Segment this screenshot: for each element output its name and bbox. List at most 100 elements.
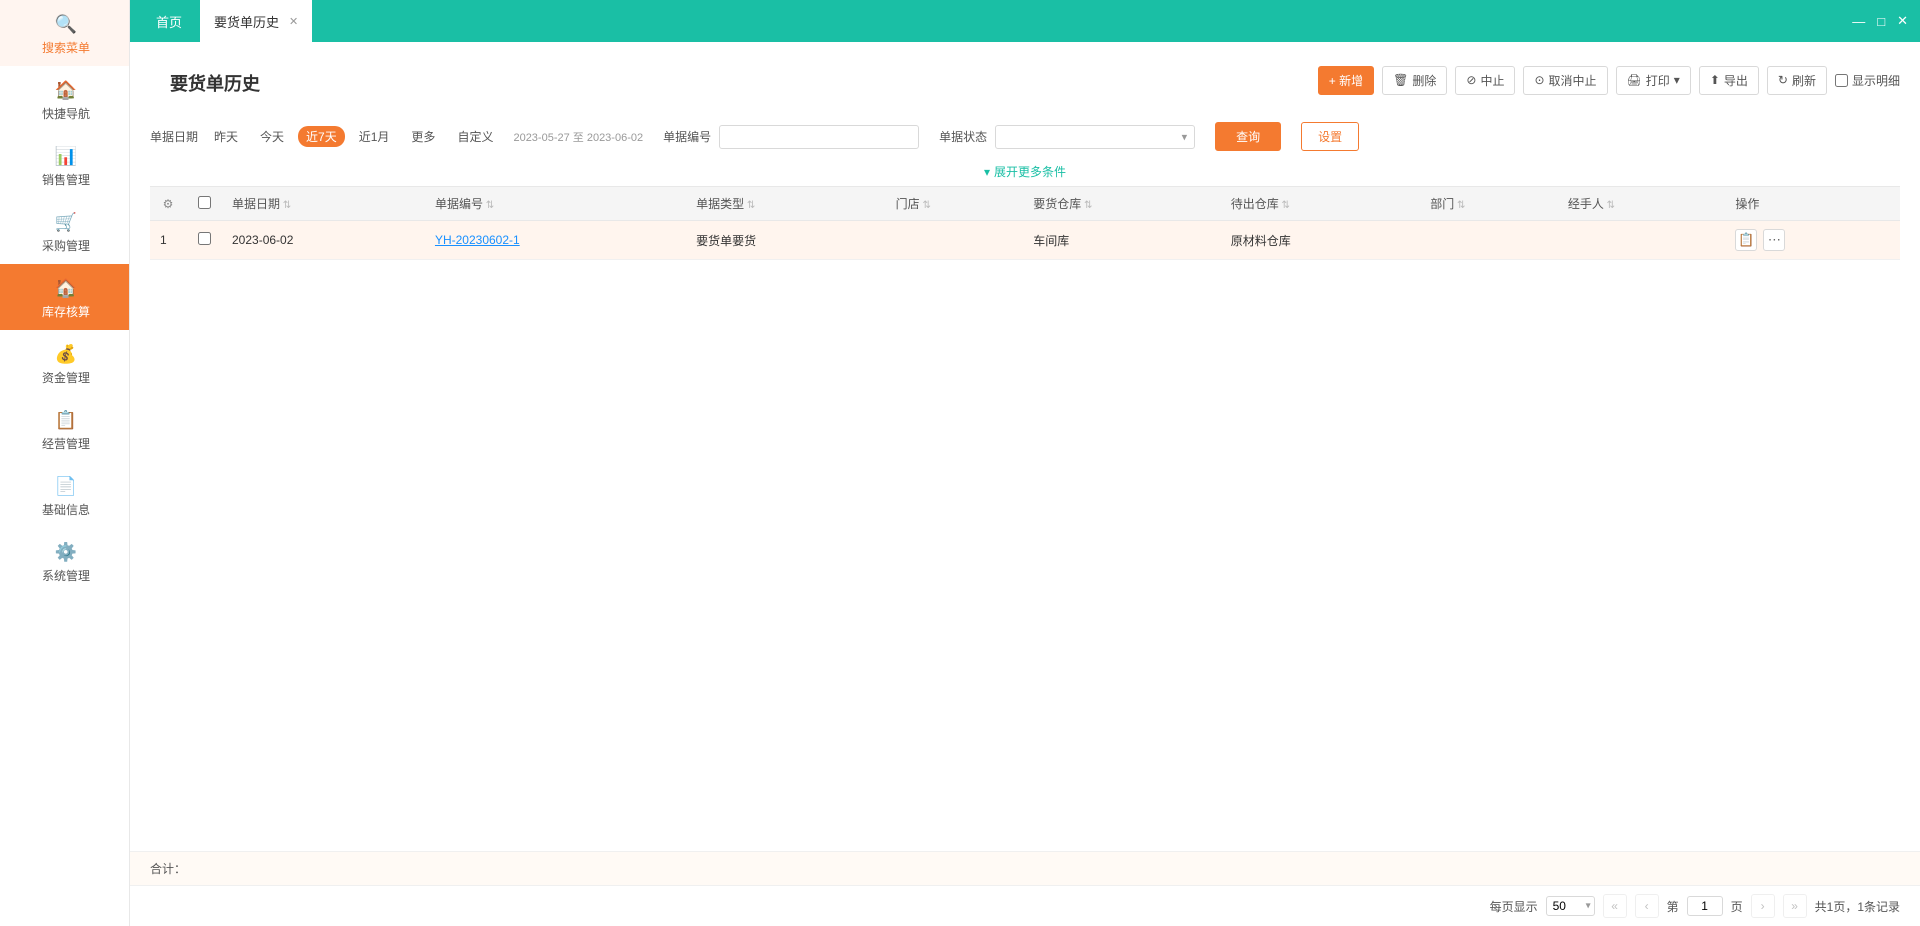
page-title: 要货单历史 — [150, 54, 280, 106]
col-docno[interactable]: 单据编号 — [425, 187, 686, 221]
topbar-window-controls: — □ ✕ — [1852, 13, 1908, 29]
refresh-button[interactable]: ↻ 刷新 — [1767, 66, 1827, 95]
sidebar-item-basic[interactable]: 📄 基础信息 — [0, 462, 129, 528]
system-icon: ⚙️ — [55, 542, 77, 563]
stop-icon: ⊘ — [1466, 73, 1476, 87]
print-button[interactable]: 🖨 打印 ▾ — [1616, 66, 1691, 95]
tab-close-icon[interactable]: ✕ — [289, 15, 298, 28]
new-button[interactable]: + 新增 — [1318, 66, 1374, 95]
next-page-btn[interactable]: › — [1751, 894, 1775, 918]
sidebar-item-system[interactable]: ⚙️ 系统管理 — [0, 528, 129, 594]
sidebar-item-inventory[interactable]: 🏠 库存核算 — [0, 264, 129, 330]
col-operation: 操作 — [1725, 187, 1900, 221]
row-store — [886, 221, 1024, 260]
status-filter-select[interactable] — [995, 125, 1195, 149]
status-select-wrapper — [995, 125, 1195, 149]
sidebar-item-finance[interactable]: 💰 资金管理 — [0, 330, 129, 396]
date-opt-yesterday[interactable]: 昨天 — [206, 126, 246, 147]
col-date[interactable]: 单据日期 — [222, 187, 425, 221]
basic-icon: 📄 — [55, 476, 77, 497]
table-footer: 合计： — [130, 851, 1920, 885]
row-action-view[interactable]: 📋 — [1735, 229, 1757, 251]
date-opt-today[interactable]: 今天 — [252, 126, 292, 147]
select-all-checkbox[interactable] — [198, 196, 211, 209]
col-req-warehouse[interactable]: 要货仓库 — [1023, 187, 1220, 221]
inventory-icon: 🏠 — [55, 278, 77, 299]
col-pending-warehouse[interactable]: 待出仓库 — [1221, 187, 1421, 221]
docno-filter-input[interactable] — [719, 125, 919, 149]
col-type[interactable]: 单据类型 — [686, 187, 886, 221]
tab-requisition-history[interactable]: 要货单历史 ✕ — [200, 0, 312, 42]
stop-button[interactable]: ⊘ 中止 — [1455, 66, 1515, 95]
page-label: 第 — [1667, 898, 1679, 915]
date-opt-custom[interactable]: 自定义 — [449, 126, 501, 147]
status-filter-label: 单据状态 — [939, 128, 987, 145]
settings-button[interactable]: 设置 — [1301, 122, 1359, 151]
date-filter-label: 单据日期 — [150, 128, 198, 145]
export-icon: ⬆ — [1710, 73, 1720, 87]
row-type: 要货单要货 — [686, 221, 886, 260]
sidebar-item-quick-nav[interactable]: 🏠 快捷导航 — [0, 66, 129, 132]
date-opt-1month[interactable]: 近1月 — [351, 126, 398, 147]
export-button[interactable]: ⬆ 导出 — [1699, 66, 1759, 95]
delete-button[interactable]: 🗑 删除 — [1382, 66, 1447, 95]
print-icon: 🖨 — [1627, 73, 1642, 87]
sidebar-item-sales[interactable]: 📊 销售管理 — [0, 132, 129, 198]
page-input[interactable] — [1687, 896, 1723, 916]
row-department — [1420, 221, 1558, 260]
home-icon: 🏠 — [55, 80, 77, 101]
table-checkbox-all[interactable] — [186, 187, 222, 221]
date-opt-7days[interactable]: 近7天 — [298, 126, 345, 147]
per-page-select[interactable]: 50 20 100 — [1546, 896, 1595, 916]
search-menu-icon: 🔍 — [55, 14, 77, 35]
refresh-icon: ↻ — [1778, 73, 1788, 87]
sidebar: 🔍 搜索菜单 🏠 快捷导航 📊 销售管理 🛒 采购管理 🏠 库存核算 💰 资金管… — [0, 0, 130, 926]
date-range-display: 2023-05-27 至 2023-06-02 — [513, 129, 643, 145]
row-pending-warehouse: 原材料仓库 — [1221, 221, 1421, 260]
tab-home[interactable]: 首页 — [142, 0, 196, 42]
sidebar-item-purchase[interactable]: 🛒 采购管理 — [0, 198, 129, 264]
pagination: 每页显示 50 20 100 « ‹ 第 页 › » 共1页，1条记录 — [130, 885, 1920, 926]
prev-page-btn[interactable]: ‹ — [1635, 894, 1659, 918]
total-info: 共1页，1条记录 — [1815, 898, 1900, 915]
close-button[interactable]: ✕ — [1897, 13, 1908, 29]
row-checkbox[interactable] — [186, 221, 222, 260]
purchase-icon: 🛒 — [55, 212, 77, 233]
sidebar-item-operations[interactable]: 📋 经营管理 — [0, 396, 129, 462]
topbar: 首页 要货单历史 ✕ — □ ✕ — [130, 0, 1920, 42]
cancel-stop-icon: ⊙ — [1534, 73, 1544, 87]
date-filter-group: 单据日期 昨天 今天 近7天 近1月 更多 自定义 2023-05-27 至 2… — [150, 126, 643, 147]
col-handler[interactable]: 经手人 — [1558, 187, 1726, 221]
operations-icon: 📋 — [55, 410, 77, 431]
date-options: 昨天 今天 近7天 近1月 更多 自定义 — [206, 126, 501, 147]
col-department[interactable]: 部门 — [1420, 187, 1558, 221]
per-page-label: 每页显示 — [1490, 898, 1538, 915]
toolbar: + 新增 🗑 删除 ⊘ 中止 ⊙ 取消中止 🖨 打印 ▾ — [1318, 66, 1900, 95]
print-dropdown-icon: ▾ — [1674, 73, 1680, 87]
col-store[interactable]: 门店 — [886, 187, 1024, 221]
display-detail-checkbox[interactable] — [1835, 74, 1848, 87]
table-settings-col[interactable]: ⚙ — [150, 187, 186, 221]
row-action-more[interactable]: ⋯ — [1763, 229, 1785, 251]
expand-more-btn[interactable]: ▾ 展开更多条件 — [130, 157, 1920, 186]
sidebar-item-search[interactable]: 🔍 搜索菜单 — [0, 0, 129, 66]
date-opt-more[interactable]: 更多 — [403, 126, 443, 147]
row-docno[interactable]: YH-20230602-1 — [425, 221, 686, 260]
table-container: ⚙ 单据日期 单据编号 单据类型 门店 要货仓库 待出仓库 部门 经手人 操作 — [130, 186, 1920, 851]
minimize-button[interactable]: — — [1852, 14, 1865, 29]
query-button[interactable]: 查询 — [1215, 122, 1281, 151]
cancel-stop-button[interactable]: ⊙ 取消中止 — [1523, 66, 1607, 95]
display-detail-toggle[interactable]: 显示明细 — [1835, 72, 1900, 89]
sales-icon: 📊 — [55, 146, 77, 167]
last-page-btn[interactable]: » — [1783, 894, 1807, 918]
maximize-button[interactable]: □ — [1877, 14, 1885, 29]
delete-icon: 🗑 — [1393, 73, 1408, 87]
data-table: ⚙ 单据日期 单据编号 单据类型 门店 要货仓库 待出仓库 部门 经手人 操作 — [150, 186, 1900, 260]
docno-filter-label: 单据编号 — [663, 128, 711, 145]
row-date: 2023-06-02 — [222, 221, 425, 260]
per-page-wrapper: 50 20 100 — [1546, 896, 1595, 916]
first-page-btn[interactable]: « — [1603, 894, 1627, 918]
row-handler — [1558, 221, 1726, 260]
total-label: 合计： — [150, 862, 186, 876]
row-req-warehouse: 车间库 — [1023, 221, 1220, 260]
